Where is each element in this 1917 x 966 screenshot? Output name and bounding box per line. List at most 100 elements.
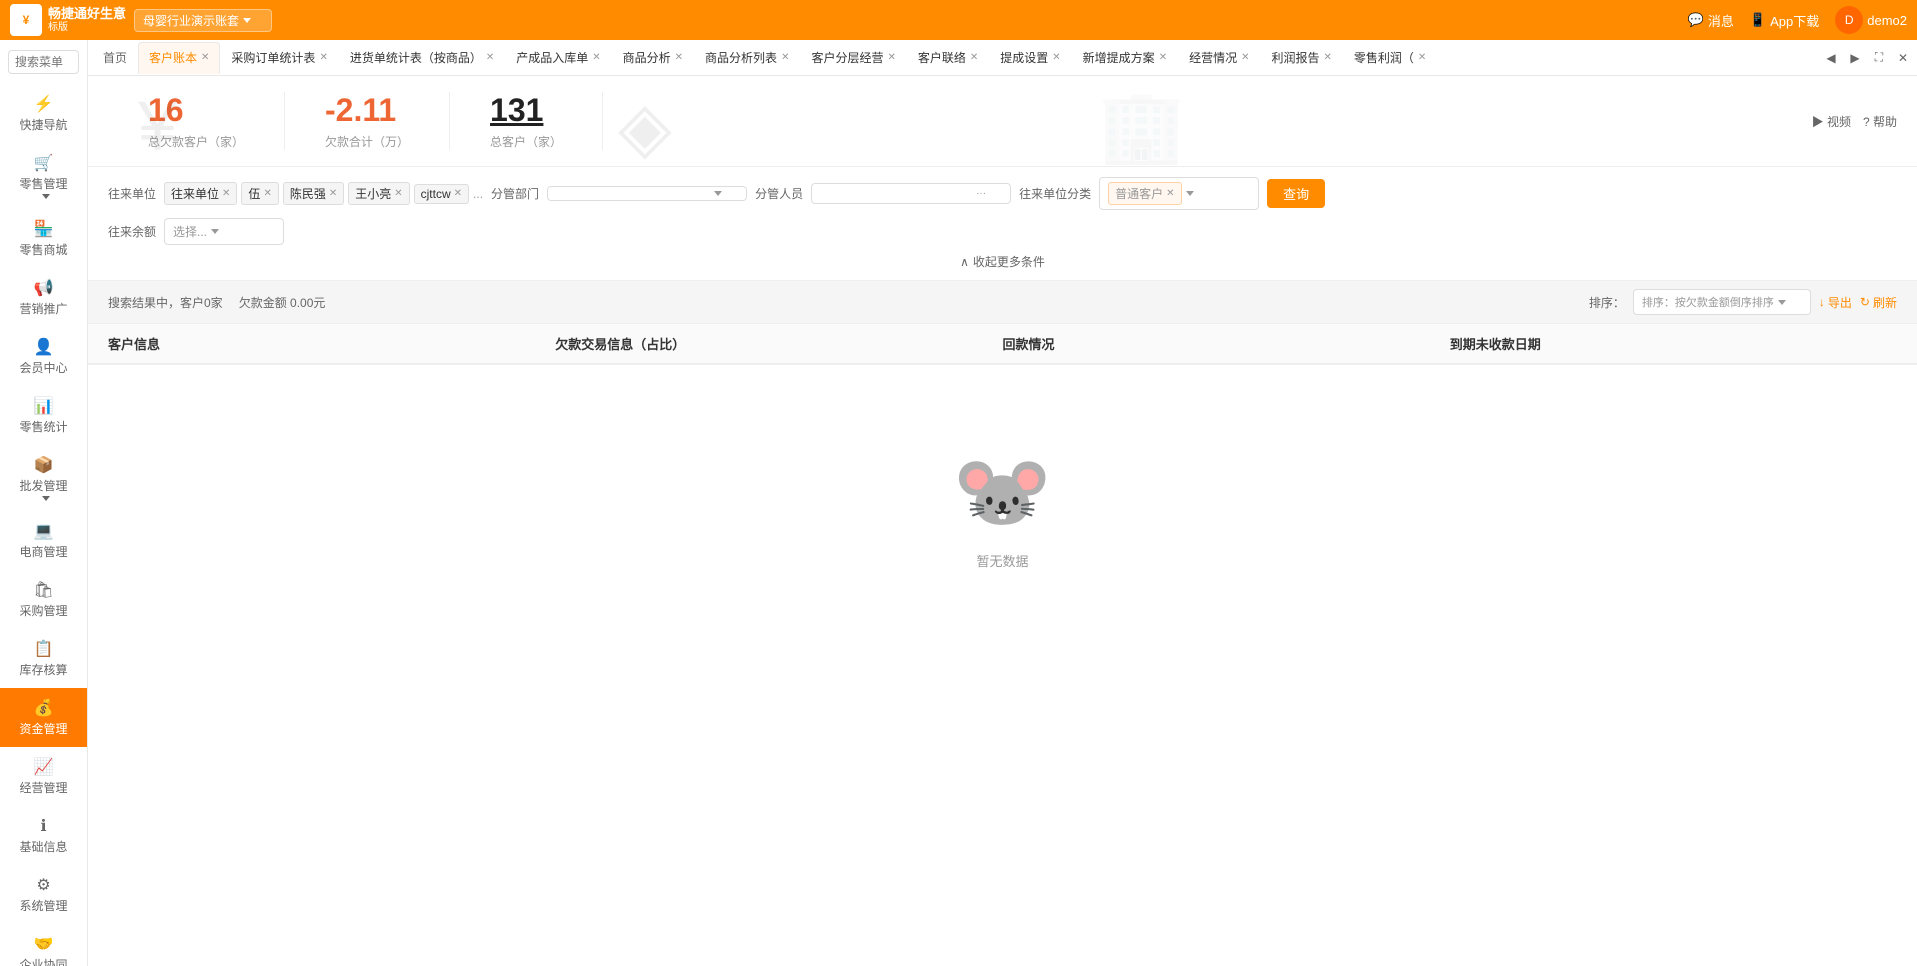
- tab-next-button[interactable]: ▶: [1845, 48, 1865, 68]
- tab-close-icon[interactable]: ✕: [201, 52, 209, 63]
- tab-product-analysis-list[interactable]: 商品分析列表✕: [694, 42, 800, 74]
- search-input[interactable]: [8, 50, 79, 74]
- staff-filter-label: 分管人员: [755, 185, 803, 202]
- tab-new-proposal[interactable]: 新增提成方案✕: [1072, 42, 1178, 74]
- tab-close-icon[interactable]: ✕: [887, 52, 895, 63]
- retail-stats-icon: 📊: [34, 396, 54, 416]
- sidebar-item-retail-stats[interactable]: 📊零售统计: [0, 386, 87, 445]
- tab-close-icon[interactable]: ✕: [486, 52, 494, 63]
- tab-close-all-button[interactable]: ✕: [1893, 48, 1913, 68]
- logo-icon: ¥: [10, 4, 42, 36]
- sidebar-item-retail-mall[interactable]: 🏪零售商城: [0, 209, 87, 268]
- close-icon[interactable]: ✕: [394, 188, 402, 199]
- tab-prev-button[interactable]: ◀: [1821, 48, 1841, 68]
- stat-total-value: 131: [490, 92, 562, 129]
- close-icon[interactable]: ✕: [454, 188, 462, 199]
- sidebar-item-system-mgmt[interactable]: ⚙系统管理: [0, 865, 87, 924]
- tab-customer-tier[interactable]: 客户分层经营✕: [800, 42, 906, 74]
- filter-more-btn[interactable]: ...: [473, 187, 483, 201]
- tab-purchase-order[interactable]: 采购订单统计表✕: [220, 42, 338, 74]
- tab-home[interactable]: 首页: [92, 42, 138, 74]
- system-mgmt-icon: ⚙: [36, 875, 50, 895]
- chevron-down-icon: [211, 229, 219, 234]
- purchase-mgmt-icon: 🛍: [33, 580, 53, 600]
- avatar: D: [1835, 6, 1863, 34]
- close-icon[interactable]: ✕: [263, 188, 271, 199]
- sidebar-item-inventory[interactable]: 📋库存核算: [0, 629, 87, 688]
- filter-tag-cjttcw: cjttcw ✕: [414, 184, 469, 204]
- filter-tag-chen: 陈民强 ✕: [283, 182, 344, 205]
- dept-filter-select[interactable]: [547, 186, 747, 201]
- batch-mgmt-icon: 📦: [34, 455, 54, 475]
- tab-customer-cost[interactable]: 客户账本✕: [138, 42, 220, 74]
- stat-amount-label: 欠款合计（万）: [325, 133, 409, 150]
- sidebar-item-operation-mgmt[interactable]: 📈经营管理: [0, 747, 87, 806]
- tab-customer-contact[interactable]: 客户联络✕: [907, 42, 989, 74]
- sidebar-item-finance[interactable]: 💰资金管理: [0, 688, 87, 747]
- sidebar-item-basic-info[interactable]: ℹ基础信息: [0, 806, 87, 865]
- message-icon: 💬: [1688, 12, 1704, 28]
- refresh-button[interactable]: ↻ 刷新: [1860, 294, 1897, 311]
- export-icon: ↓: [1819, 295, 1825, 309]
- export-button[interactable]: ↓ 导出: [1819, 294, 1852, 311]
- industry-selector[interactable]: 母婴行业演示账套: [134, 9, 272, 32]
- search-button[interactable]: 查询: [1267, 179, 1325, 208]
- help-button[interactable]: ? 帮助: [1863, 113, 1897, 130]
- tab-incoming-stats[interactable]: 进货单统计表（按商品）✕: [339, 42, 505, 74]
- stat-amount: -2.11 欠款合计（万）: [285, 92, 450, 150]
- tab-product-analysis[interactable]: 商品分析✕: [612, 42, 694, 74]
- unit-class-label: 往来单位分类: [1019, 185, 1091, 202]
- tab-product-inbound[interactable]: 产成品入库单✕: [505, 42, 611, 74]
- unit-class-select[interactable]: 普通客户 ✕: [1099, 177, 1259, 210]
- tab-close-icon[interactable]: ✕: [675, 52, 683, 63]
- sidebar-item-marketing[interactable]: 📢营销推广: [0, 268, 87, 327]
- sidebar-item-retail-mgmt[interactable]: 🛒零售管理: [0, 143, 87, 209]
- sidebar-item-quick-nav[interactable]: ⚡快捷导航: [0, 84, 87, 143]
- tab-close-icon[interactable]: ✕: [1159, 52, 1167, 63]
- tab-close-icon[interactable]: ✕: [1324, 52, 1332, 63]
- stat-customer-value: 16: [148, 92, 244, 129]
- sidebar-item-enterprise-coop[interactable]: 🤝企业协同: [0, 924, 87, 966]
- sidebar-item-ecommerce[interactable]: 💻电商管理: [0, 511, 87, 570]
- col-due-date: 到期未收款日期: [1450, 334, 1897, 353]
- results-bar: 搜索结果中，客户0家 欠款金额 0.00元 排序： 排序：按欠款金额倒序排序 ↓…: [88, 281, 1917, 324]
- close-icon[interactable]: ✕: [329, 188, 337, 199]
- close-icon[interactable]: ✕: [1166, 188, 1174, 199]
- message-button[interactable]: 💬 消息: [1688, 11, 1734, 30]
- tab-close-icon[interactable]: ✕: [781, 52, 789, 63]
- staff-filter-select[interactable]: ···: [811, 183, 1011, 204]
- stat-customer-label: 总欠款客户（家）: [148, 133, 244, 150]
- sort-select[interactable]: 排序：按欠款金额倒序排序: [1633, 289, 1811, 315]
- user-menu[interactable]: D demo2: [1835, 6, 1907, 34]
- tab-profit-report[interactable]: 利润报告✕: [1260, 42, 1342, 74]
- tab-close-icon[interactable]: ✕: [1418, 52, 1426, 63]
- tab-maximize-button[interactable]: ⛶: [1869, 48, 1889, 68]
- chevron-down-icon: [1186, 191, 1194, 196]
- tab-close-icon[interactable]: ✕: [319, 52, 327, 63]
- unit-class-tag: 普通客户 ✕: [1108, 182, 1181, 205]
- tab-close-icon[interactable]: ✕: [970, 52, 978, 63]
- app-download-button[interactable]: 📱 App下载: [1750, 11, 1819, 30]
- sidebar-item-member-center[interactable]: 👤会员中心: [0, 327, 87, 386]
- empty-text: 暂无数据: [976, 551, 1028, 570]
- tab-close-icon[interactable]: ✕: [1241, 52, 1249, 63]
- close-icon[interactable]: ✕: [222, 188, 230, 199]
- results-summary: 搜索结果中，客户0家: [108, 294, 223, 311]
- sidebar-item-purchase-mgmt[interactable]: 🛍采购管理: [0, 570, 87, 629]
- sidebar-item-batch-mgmt[interactable]: 📦批发管理: [0, 445, 87, 511]
- collapse-button[interactable]: ∧ 收起更多条件: [960, 253, 1045, 270]
- stat-help-area: ▶ 视频 ? 帮助: [1812, 113, 1897, 130]
- chevron-down-icon: [1778, 300, 1786, 305]
- balance-filter-select[interactable]: 选择...: [164, 218, 284, 245]
- video-button[interactable]: ▶ 视频: [1812, 113, 1851, 130]
- enterprise-coop-icon: 🤝: [34, 934, 54, 954]
- tab-retail-profit[interactable]: 零售利润（✕: [1343, 42, 1437, 74]
- empty-state: 🐭 暂无数据: [88, 365, 1917, 650]
- tab-proposal-settings[interactable]: 提成设置✕: [989, 42, 1071, 74]
- balance-filter-label: 往来余额: [108, 223, 156, 240]
- tab-close-icon[interactable]: ✕: [1052, 52, 1060, 63]
- tab-close-icon[interactable]: ✕: [592, 52, 600, 63]
- col-repayment: 回款情况: [1003, 334, 1450, 353]
- marketing-icon: 📢: [34, 278, 54, 298]
- tab-operation[interactable]: 经营情况✕: [1178, 42, 1260, 74]
